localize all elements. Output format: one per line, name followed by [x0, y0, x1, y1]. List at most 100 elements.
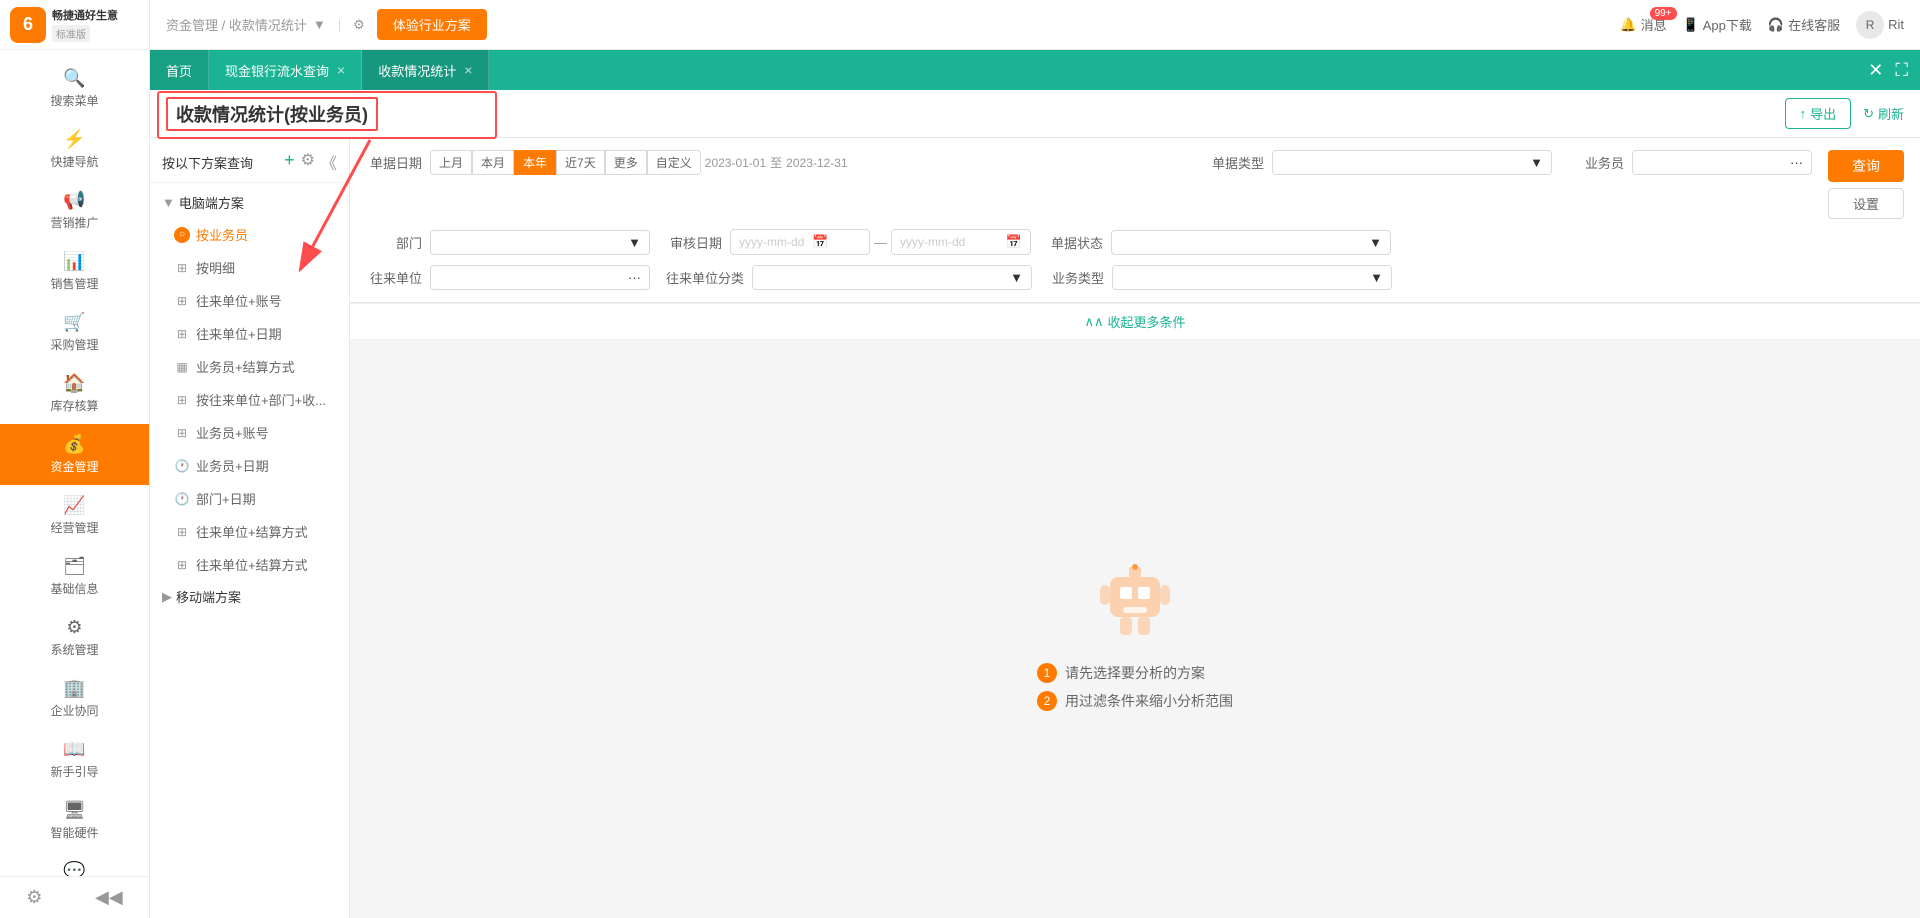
- query-btn[interactable]: 查询: [1828, 150, 1904, 182]
- topbar-right: 🔔 消息 99+ 📱 App下载 🎧 在线客服 R Rit: [1620, 11, 1904, 39]
- salesperson-select[interactable]: ···: [1632, 150, 1812, 175]
- scheme-group-mobile-header[interactable]: ▶ 移动端方案: [150, 581, 349, 612]
- logo-text-area: 畅捷通好生意 标准版: [52, 7, 118, 42]
- sidebar-item-quick-nav[interactable]: ⚡ 快捷导航: [0, 119, 149, 180]
- scheme-item-by-unit-account[interactable]: ⊞ 往来单位+账号: [150, 284, 349, 317]
- scheme-item-by-detail-label: 按明细: [196, 258, 235, 277]
- empty-state: 1 请先选择要分析的方案 2 用过滤条件来缩小分析范围: [1037, 547, 1233, 711]
- dept-select[interactable]: ▼: [430, 230, 650, 255]
- unit-dept-icon: ⊞: [174, 392, 190, 408]
- sidebar-item-marketing[interactable]: 📢 营销推广: [0, 180, 149, 241]
- date-tab-this-month[interactable]: 本月: [472, 150, 514, 175]
- date-tab-last-month[interactable]: 上月: [430, 150, 472, 175]
- partner-category-select[interactable]: ▼: [752, 265, 1032, 290]
- sidebar-item-hardware[interactable]: 🖥 智能硬件: [0, 790, 149, 851]
- scheme-settings-btn[interactable]: ⚙: [301, 150, 315, 174]
- page-actions: ↑ 导出 ↻ 刷新: [1785, 98, 1904, 129]
- scheme-panel-title: 按以下方案查询: [162, 153, 253, 172]
- sidebar-item-finance-label: 资金管理: [50, 458, 98, 475]
- online-service-btn[interactable]: 🎧 在线客服: [1768, 15, 1840, 34]
- sidebar-item-sales[interactable]: 📊 销售管理: [0, 241, 149, 302]
- date-tab-custom[interactable]: 自定义: [647, 150, 701, 175]
- sidebar-item-guide[interactable]: 📖 新手引导: [0, 729, 149, 790]
- date-tab-more[interactable]: 更多: [605, 150, 647, 175]
- scheme-item-by-unit-calc1[interactable]: ⊞ 往来单位+结算方式: [150, 515, 349, 548]
- close-tab-icon[interactable]: ✕: [1868, 60, 1883, 81]
- date-end: 2023-12-31: [786, 156, 847, 170]
- bill-type-select[interactable]: ▼: [1272, 150, 1552, 175]
- sidebar-item-inventory[interactable]: 🏠 库存核算: [0, 363, 149, 424]
- scheme-add-btn[interactable]: +: [284, 150, 295, 174]
- scheme-item-by-salesperson-date-label: 业务员+日期: [196, 456, 269, 475]
- refresh-btn[interactable]: ↻ 刷新: [1863, 104, 1904, 123]
- scheme-panel: 按以下方案查询 + ⚙ 《 ▼ 电脑端方案: [150, 138, 350, 918]
- sidebar-item-wechat[interactable]: 💬 企业微信: [0, 851, 149, 876]
- detail-icon: ⊞: [174, 260, 190, 276]
- calendar2-icon[interactable]: 📅: [1006, 234, 1022, 250]
- sidebar-item-search[interactable]: 🔍 搜索菜单: [0, 58, 149, 119]
- topbar-settings-icon[interactable]: ⚙: [353, 17, 365, 33]
- app-download-btn[interactable]: 📱 App下载: [1683, 15, 1752, 34]
- bell-icon: 🔔: [1620, 17, 1636, 33]
- industry-solution-btn[interactable]: 体验行业方案: [377, 9, 487, 40]
- user-avatar[interactable]: R Rit: [1856, 11, 1904, 39]
- content-area: 按以下方案查询 + ⚙ 《 ▼ 电脑端方案: [150, 138, 1920, 918]
- sidebar-item-operation-label: 经营管理: [50, 519, 98, 536]
- scheme-group-desktop-header[interactable]: ▼ 电脑端方案: [150, 187, 349, 218]
- fullscreen-icon[interactable]: ⛶: [1895, 60, 1908, 81]
- sidebar-item-basic-label: 基础信息: [50, 580, 98, 597]
- scheme-collapse-btn[interactable]: 《: [321, 150, 337, 174]
- sidebar-item-enterprise[interactable]: 🏢 企业协同: [0, 668, 149, 729]
- tab-collection-stats[interactable]: 收款情况统计 ×: [362, 50, 489, 90]
- results-area: 1 请先选择要分析的方案 2 用过滤条件来缩小分析范围: [350, 339, 1920, 918]
- salesperson-account-icon: ⊞: [174, 425, 190, 441]
- sidebar-item-finance[interactable]: 💰 资金管理: [0, 424, 149, 485]
- topbar: 资金管理 / 收款情况统计 ▼ | ⚙ 体验行业方案 🔔 消息 99+ 📱 Ap…: [150, 0, 1920, 50]
- scheme-item-by-unit-dept-collection[interactable]: ⊞ 按往来单位+部门+收...: [150, 383, 349, 416]
- date-control: 上月 本月 本年 近7天 更多 自定义 2023-01-01 至: [430, 150, 848, 175]
- business-type-select[interactable]: ▼: [1112, 265, 1392, 290]
- scheme-item-by-salesperson-date[interactable]: 🕐 业务员+日期: [150, 449, 349, 482]
- collapse-sidebar-icon[interactable]: ◀◀: [95, 887, 123, 908]
- settings-bottom-icon[interactable]: ⚙: [26, 887, 42, 908]
- scheme-item-by-salesperson-account[interactable]: ⊞ 业务员+账号: [150, 416, 349, 449]
- chevron-right-icon: ▶: [162, 589, 172, 605]
- tab-bank-flow-close-icon[interactable]: ×: [337, 62, 345, 78]
- salesperson-label: 业务员: [1568, 153, 1624, 172]
- date-tab-last7days[interactable]: 近7天: [556, 150, 605, 175]
- review-date-start-input[interactable]: yyyy-mm-dd 📅: [730, 229, 870, 255]
- scheme-item-by-salesperson-calc[interactable]: ▦ 业务员+结算方式: [150, 350, 349, 383]
- tab-collection-stats-close-icon[interactable]: ×: [464, 62, 472, 78]
- sidebar-item-system[interactable]: ⚙ 系统管理: [0, 607, 149, 668]
- business-type-label: 业务类型: [1048, 268, 1104, 287]
- date-tab-this-year[interactable]: 本年: [514, 150, 556, 175]
- notification-btn[interactable]: 🔔 消息 99+: [1620, 15, 1666, 34]
- scheme-item-by-unit-calc2[interactable]: ⊞ 往来单位+结算方式: [150, 548, 349, 581]
- export-btn[interactable]: ↑ 导出: [1785, 98, 1852, 129]
- unit-date-icon: ⊞: [174, 326, 190, 342]
- bill-status-select[interactable]: ▼: [1111, 230, 1391, 255]
- logo-area: 6 畅捷通好生意 标准版: [0, 0, 149, 50]
- bill-type-label: 单据类型: [1208, 153, 1264, 172]
- empty-tip-1: 1 请先选择要分析的方案: [1037, 663, 1233, 683]
- tab-home[interactable]: 首页: [150, 50, 209, 90]
- scheme-item-by-unit-date[interactable]: ⊞ 往来单位+日期: [150, 317, 349, 350]
- right-panel: 单据日期 上月 本月 本年 近7天 更多 自定义: [350, 138, 1920, 918]
- scheme-item-by-salesperson[interactable]: ○ 按业务员: [150, 218, 349, 251]
- calendar-icon[interactable]: 📅: [812, 234, 828, 249]
- sidebar: 6 畅捷通好生意 标准版 🔍 搜索菜单 ⚡ 快捷导航 📢 营销推广 📊 销售管理: [0, 0, 150, 918]
- breadcrumb-dropdown-icon[interactable]: ▼: [313, 17, 326, 32]
- date-range-separator: 至: [770, 154, 782, 171]
- setting-btn[interactable]: 设置: [1828, 188, 1904, 219]
- collapse-more-btn[interactable]: ∧∧ 收起更多条件: [1084, 312, 1185, 331]
- review-date-end-input[interactable]: yyyy-mm-dd 📅: [891, 229, 1031, 255]
- scheme-group-desktop-label: 电脑端方案: [179, 193, 244, 212]
- scheme-item-by-dept-date[interactable]: 🕐 部门+日期: [150, 482, 349, 515]
- tab-bank-flow[interactable]: 现金银行流水查询 ×: [209, 50, 362, 90]
- sidebar-item-marketing-label: 营销推广: [50, 214, 98, 231]
- sidebar-item-basic[interactable]: 🗂 基础信息: [0, 546, 149, 607]
- scheme-item-by-detail[interactable]: ⊞ 按明细: [150, 251, 349, 284]
- partner-select[interactable]: ···: [430, 265, 650, 290]
- sidebar-item-purchase[interactable]: 🛒 采购管理: [0, 302, 149, 363]
- sidebar-item-operation[interactable]: 📈 经营管理: [0, 485, 149, 546]
